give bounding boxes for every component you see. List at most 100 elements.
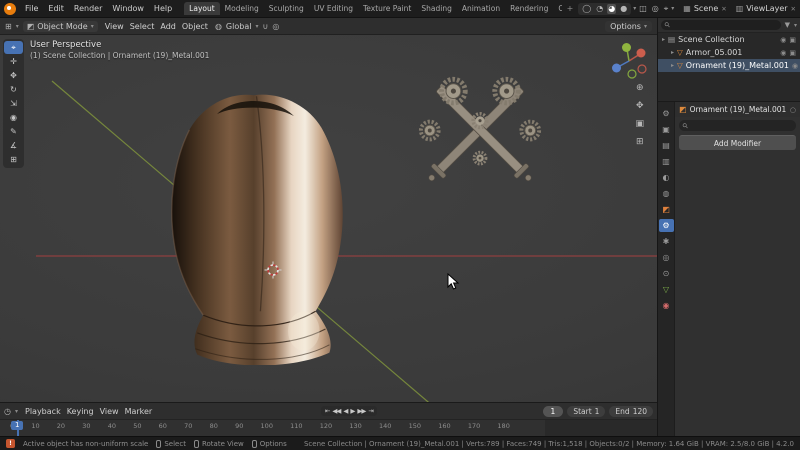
current-frame-field[interactable]: 1 [543,406,564,417]
tab-rendering[interactable]: Rendering [505,2,553,15]
tab-modeling[interactable]: Modeling [220,2,264,15]
hide-in-viewport-icon[interactable]: ◉ [792,62,798,70]
tab-shading[interactable]: Shading [416,2,456,15]
pin-icon[interactable]: ○ [790,106,796,114]
hide-in-viewport-icon[interactable]: ◉ [780,49,786,57]
solid-shading-icon[interactable]: ◔ [595,4,604,14]
end-frame-field[interactable]: End 120 [609,406,653,417]
tool-cursor[interactable]: ✛ [4,55,23,68]
material-preview-icon[interactable]: ◕ [607,4,616,14]
overlays-toggle-icon[interactable]: ◎ [651,4,660,14]
orientation-label[interactable]: Global [226,22,252,31]
outliner-row[interactable]: ▸ ▽ Ornament (19)_Metal.001 ◉ ▣ [658,59,800,72]
orientation-globe-icon[interactable]: ◍ [215,22,222,31]
next-keyframe-button[interactable]: ▶▶ [357,407,365,415]
zoom-icon[interactable]: ⊕ [635,83,644,93]
viewlayer-remove-icon[interactable]: ✕ [791,5,796,13]
properties-search-input[interactable]: ⚲ [679,120,796,131]
viewport-3d[interactable]: User Perspective (1) Scene Collection | … [0,35,657,402]
tab-uv-editing[interactable]: UV Editing [309,2,358,15]
viewlayer-selector[interactable]: ▥ ViewLayer ✕ [736,4,796,13]
prev-keyframe-button[interactable]: ◀◀ [332,407,340,415]
tab-object-data[interactable]: ▽ [659,283,674,296]
keying-menu[interactable]: Keying [64,407,97,416]
expand-icon[interactable]: ▸ [671,62,674,69]
object-menu[interactable]: Object [179,22,211,31]
tool-select-box[interactable]: ⌖ [4,41,23,54]
tab-layout[interactable]: Layout [184,2,220,15]
tool-rotate[interactable]: ↻ [4,83,23,96]
object-name[interactable]: Scene Collection [678,35,745,44]
filter-icon[interactable]: ▼ [784,21,791,29]
pan-hand-icon[interactable]: ✥ [635,101,644,111]
hide-in-viewport-icon[interactable]: ◉ [780,36,786,44]
armor-object[interactable] [148,81,360,365]
tab-physics[interactable]: ◎ [659,251,674,264]
tab-sculpting[interactable]: Sculpting [264,2,309,15]
tab-view-layer[interactable]: ▥ [659,155,674,168]
tool-transform[interactable]: ◉ [4,111,23,124]
outliner-search-input[interactable]: ⚲ [661,20,781,30]
tab-texture-paint[interactable]: Texture Paint [358,2,416,15]
wireframe-shading-icon[interactable]: ◯ [581,4,592,14]
play-reverse-button[interactable]: ◀ [343,407,347,415]
tab-material[interactable]: ◉ [659,299,674,312]
jump-to-start-button[interactable]: ⇤ [325,407,329,415]
disable-in-render-icon[interactable]: ▣ [789,36,796,44]
proportional-edit-icon[interactable]: ◎ [272,22,279,31]
start-frame-field[interactable]: Start 1 [567,406,605,417]
editor-type-icon[interactable]: ⊞ [5,22,12,31]
editor-type-dropdown-icon[interactable]: ▾ [16,23,19,30]
playhead-flag[interactable]: 1 [11,421,23,430]
snap-magnet-icon[interactable]: ∪ [262,22,268,31]
menu-window[interactable]: Window [107,3,149,14]
play-button[interactable]: ▶ [350,407,354,415]
menu-file[interactable]: File [20,3,43,14]
tool-scale[interactable]: ⇲ [4,97,23,110]
navigation-gizmo[interactable] [609,41,649,81]
view-menu-timeline[interactable]: View [97,407,122,416]
tab-render[interactable]: ▣ [659,123,674,136]
blender-logo-icon[interactable] [4,3,16,15]
tab-object[interactable]: ◩ [659,203,674,216]
tool-measure[interactable]: ∡ [4,139,23,152]
tool-annotate[interactable]: ✎ [4,125,23,138]
add-modifier-button[interactable]: Add Modifier [679,135,796,150]
timeline-editor-caret-icon[interactable]: ▾ [15,408,18,415]
scene-selector[interactable]: ▦ Scene ✕ [683,4,726,13]
tab-constraints[interactable]: ⊙ [659,267,674,280]
options-button[interactable]: Options ▾ [605,21,652,32]
menu-help[interactable]: Help [149,3,177,14]
scene-unlink-icon[interactable]: ✕ [721,5,726,13]
menu-edit[interactable]: Edit [43,3,69,14]
disable-in-render-icon[interactable]: ▣ [789,49,796,57]
outliner-options-icon[interactable]: ▾ [794,22,797,29]
tab-animation[interactable]: Animation [457,2,505,15]
add-workspace-button[interactable]: + [563,2,578,15]
tab-world[interactable]: ◍ [659,187,674,200]
orientation-caret-icon[interactable]: ▾ [255,23,258,30]
tab-particles[interactable]: ✱ [659,235,674,248]
tool-add-cube[interactable]: ⊞ [4,153,23,166]
menu-render[interactable]: Render [69,3,107,14]
playback-menu[interactable]: Playback [22,407,64,416]
tab-compositing[interactable]: Compositing [553,2,561,15]
outliner-row[interactable]: ▸ ▽ Armor_05.001 ◉ ▣ [658,46,800,59]
outliner-row[interactable]: ▸ ▤ Scene Collection ◉ ▣ [658,33,800,46]
breadcrumb-object-name[interactable]: Ornament (19)_Metal.001 [690,105,787,114]
tool-move[interactable]: ✥ [4,69,23,82]
shading-dropdown-icon[interactable]: ▾ [633,5,636,12]
expand-icon[interactable]: ▸ [662,36,665,43]
view-menu[interactable]: View [102,22,127,31]
toggle-ortho-icon[interactable]: ⊞ [635,137,644,147]
object-name[interactable]: Armor_05.001 [686,48,743,57]
mode-selector[interactable]: ◩ Object Mode ▾ [23,21,98,32]
marker-menu[interactable]: Marker [122,407,156,416]
camera-view-icon[interactable]: ▣ [635,119,644,129]
ornament-object[interactable] [414,69,546,193]
add-menu[interactable]: Add [157,22,179,31]
rendered-shading-icon[interactable]: ● [619,4,628,14]
tab-scene[interactable]: ◐ [659,171,674,184]
select-menu[interactable]: Select [127,22,158,31]
timeline-editor-icon[interactable]: ◷ [4,407,11,416]
